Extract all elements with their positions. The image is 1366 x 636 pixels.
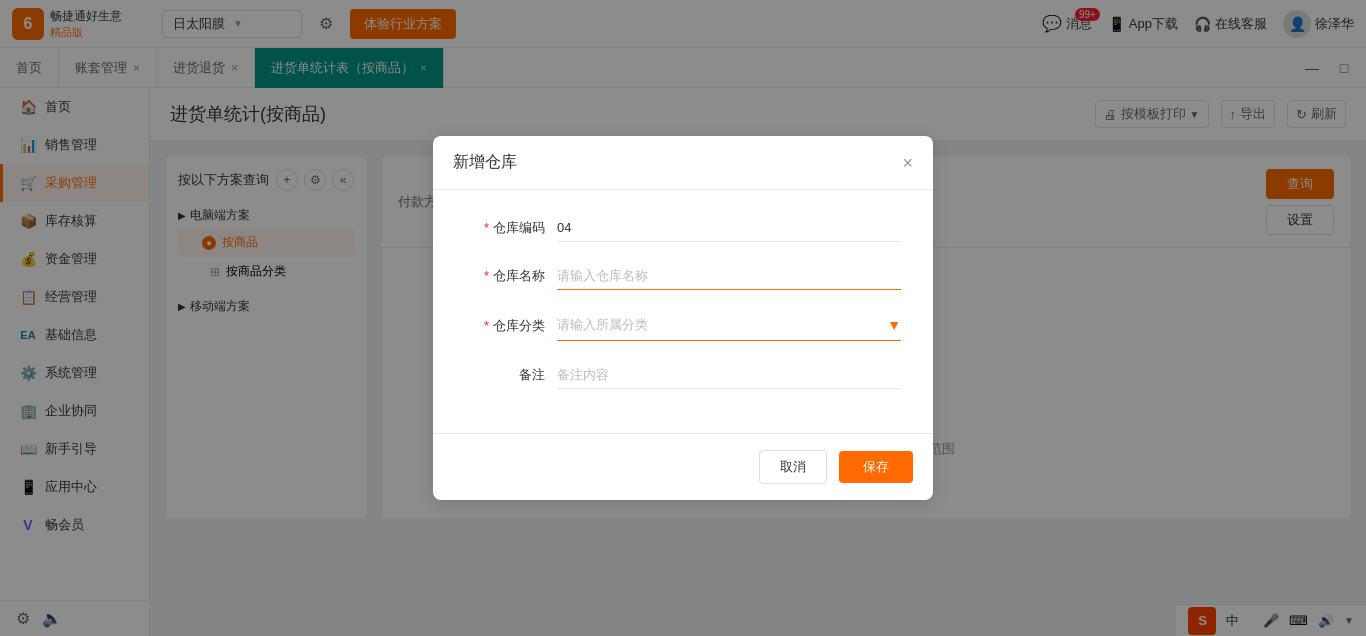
save-button[interactable]: 保存 [839,451,913,483]
modal-close-button[interactable]: × [902,154,913,172]
warehouse-name-row: 仓库名称 [465,262,901,290]
modal-title: 新增仓库 [453,152,517,173]
warehouse-name-input[interactable] [557,262,901,290]
warehouse-name-label: 仓库名称 [465,267,545,285]
add-warehouse-modal: 新增仓库 × 仓库编码 04 仓库名称 仓库分类 请输入所属分类 ▼ [433,136,933,500]
warehouse-category-placeholder: 请输入所属分类 [557,316,648,334]
warehouse-note-label: 备注 [465,366,545,384]
warehouse-code-value: 04 [557,214,901,242]
warehouse-note-input[interactable] [557,361,901,389]
warehouse-category-label: 仓库分类 [465,317,545,335]
warehouse-category-row: 仓库分类 请输入所属分类 ▼ [465,310,901,341]
modal-footer: 取消 保存 [433,433,933,500]
warehouse-code-label: 仓库编码 [465,219,545,237]
chevron-down-category-icon: ▼ [887,317,901,333]
warehouse-code-row: 仓库编码 04 [465,214,901,242]
modal-overlay[interactable]: 新增仓库 × 仓库编码 04 仓库名称 仓库分类 请输入所属分类 ▼ [0,0,1366,636]
modal-header: 新增仓库 × [433,136,933,190]
warehouse-note-row: 备注 [465,361,901,389]
cancel-button[interactable]: 取消 [759,450,827,484]
modal-body: 仓库编码 04 仓库名称 仓库分类 请输入所属分类 ▼ 备注 [433,190,933,433]
warehouse-category-select[interactable]: 请输入所属分类 ▼ [557,310,901,341]
